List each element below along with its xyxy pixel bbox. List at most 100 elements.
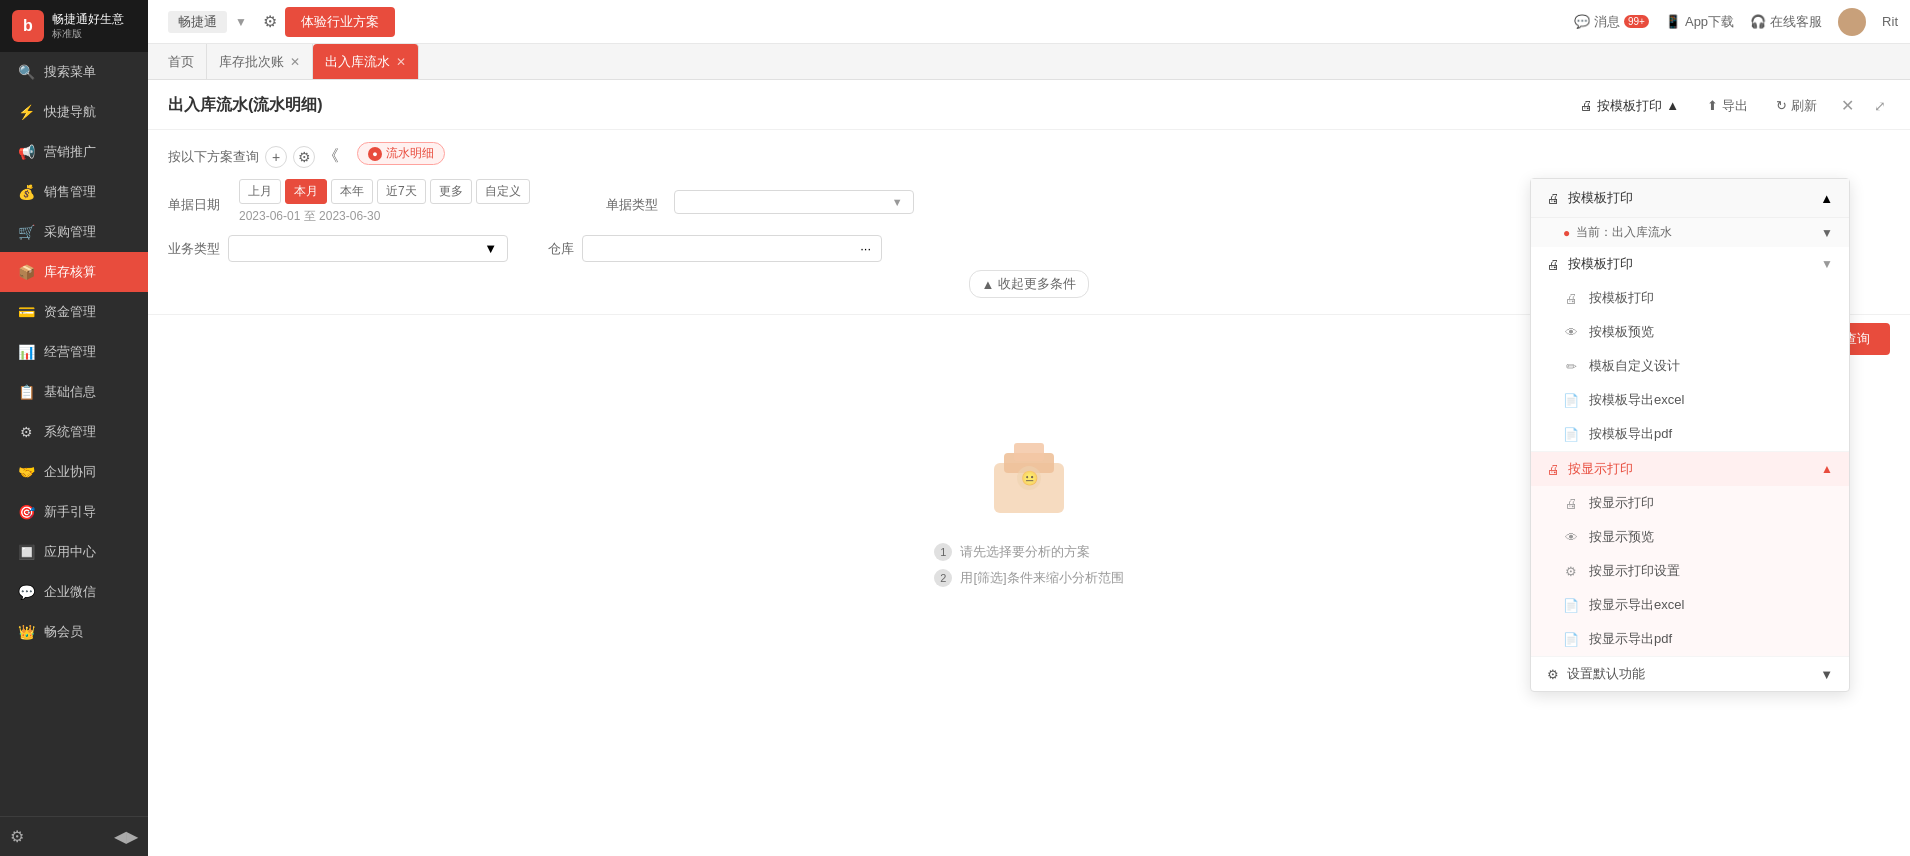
trial-industry-btn[interactable]: 体验行业方案 <box>285 7 395 37</box>
date-last-month-btn[interactable]: 上月 <box>239 179 281 204</box>
collapse-sidebar-icon[interactable]: ◀▶ <box>114 827 138 846</box>
tab-batch-ledger[interactable]: 库存批次账 ✕ <box>207 44 313 79</box>
filter-collapse-btn[interactable]: 《 <box>321 144 341 169</box>
sidebar-item-guide[interactable]: 🎯 新手引导 <box>0 492 148 532</box>
sidebar-item-member[interactable]: 👑 畅会员 <box>0 612 148 652</box>
app-logo-icon: b <box>12 10 44 42</box>
tag-icon: ● <box>368 147 382 161</box>
sidebar-item-sales[interactable]: 💰 销售管理 <box>0 172 148 212</box>
print-template-btn[interactable]: 🖨 按模板打印 ▲ <box>1572 93 1687 119</box>
display-settings-icon: ⚙ <box>1563 563 1579 579</box>
filter-settings-btn[interactable]: ⚙ <box>293 146 315 168</box>
tab-home[interactable]: 首页 <box>156 44 207 79</box>
app-download-btn[interactable]: 📱 App下载 <box>1665 13 1734 31</box>
display-print-section-header[interactable]: 🖨 按显示打印 ▲ <box>1531 452 1849 486</box>
collapse-more-btn[interactable]: ▲ 收起更多条件 <box>969 270 1090 298</box>
sidebar: b 畅捷通好生意 标准版 🔍 搜索菜单 ⚡ 快捷导航 📢 营销推广 💰 销售管理… <box>0 0 148 856</box>
sidebar-item-business[interactable]: 📊 经营管理 <box>0 332 148 372</box>
dropdown-item-template-export-pdf[interactable]: 📄 按模板导出pdf <box>1531 417 1849 451</box>
dropdown-item-template-print[interactable]: 🖨 按模板打印 <box>1531 281 1849 315</box>
sidebar-item-finance[interactable]: 💳 资金管理 <box>0 292 148 332</box>
dropdown-item-template-export-excel[interactable]: 📄 按模板导出excel <box>1531 383 1849 417</box>
tab-batch-ledger-close[interactable]: ✕ <box>290 55 300 69</box>
template-print-section: 🖨 按模板打印 ▼ 🖨 按模板打印 👁 按模板预览 ✏ 模板自定义设计 <box>1531 247 1849 452</box>
display-pdf-icon: 📄 <box>1563 631 1579 647</box>
date-custom-btn[interactable]: 自定义 <box>476 179 530 204</box>
topbar-right: 💬 消息 99+ 📱 App下载 🎧 在线客服 Rit <box>1574 8 1898 36</box>
chat-icon: 💬 <box>16 582 36 602</box>
topbar-left: 畅捷通 ▼ ⚙ 体验行业方案 <box>160 7 1574 37</box>
close-panel-btn[interactable]: ✕ <box>1837 92 1858 119</box>
template-section-arrow: ▼ <box>1821 257 1833 271</box>
dropdown-header[interactable]: 🖨 按模板打印 ▲ <box>1531 179 1849 218</box>
dropdown-item-display-print-settings[interactable]: ⚙ 按显示打印设置 <box>1531 554 1849 588</box>
display-excel-icon: 📄 <box>1563 597 1579 613</box>
doc-type-arrow-icon: ▼ <box>892 196 903 208</box>
topbar: 畅捷通 ▼ ⚙ 体验行业方案 💬 消息 99+ 📱 App下载 🎧 在线客服 R… <box>148 0 1910 44</box>
print-icon: 🖨 <box>1563 290 1579 306</box>
sidebar-item-purchase[interactable]: 🛒 采购管理 <box>0 212 148 252</box>
business-type-select[interactable]: ▼ <box>228 235 508 262</box>
refresh-btn[interactable]: ↻ 刷新 <box>1768 93 1825 119</box>
sidebar-item-appstore[interactable]: 🔲 应用中心 <box>0 532 148 572</box>
sidebar-item-marketing[interactable]: 📢 营销推广 <box>0 132 148 172</box>
page-actions: 🖨 按模板打印 ▲ ⬆ 导出 ↻ 刷新 ✕ ⤢ <box>1572 92 1890 129</box>
preview-icon: 👁 <box>1563 324 1579 340</box>
sidebar-item-wechat[interactable]: 💬 企业微信 <box>0 572 148 612</box>
display-section-icon: 🖨 <box>1547 462 1560 477</box>
dropdown-item-display-print[interactable]: 🖨 按显示打印 <box>1531 486 1849 520</box>
doc-type-select[interactable]: ▼ <box>674 190 914 214</box>
user-avatar[interactable] <box>1838 8 1866 36</box>
current-icon: ● <box>1563 226 1570 240</box>
business-type-arrow-icon: ▼ <box>484 241 497 256</box>
current-arrow: ▼ <box>1821 226 1833 240</box>
export-btn[interactable]: ⬆ 导出 <box>1699 93 1756 119</box>
dropdown-item-display-preview[interactable]: 👁 按显示预览 <box>1531 520 1849 554</box>
sidebar-logo: b 畅捷通好生意 标准版 <box>0 0 148 52</box>
sidebar-item-enterprise[interactable]: 🤝 企业协同 <box>0 452 148 492</box>
tab-inout-flow[interactable]: 出入库流水 ✕ <box>313 44 419 79</box>
download-icon: 📱 <box>1665 14 1681 29</box>
date-this-month-btn[interactable]: 本月 <box>285 179 327 204</box>
date-this-year-btn[interactable]: 本年 <box>331 179 373 204</box>
add-filter-btn[interactable]: + <box>265 146 287 168</box>
sidebar-item-quick-nav[interactable]: ⚡ 快捷导航 <box>0 92 148 132</box>
sidebar-item-inventory[interactable]: 📦 库存核算 <box>0 252 148 292</box>
dropdown-item-display-export-pdf[interactable]: 📄 按显示导出pdf <box>1531 622 1849 656</box>
maximize-btn[interactable]: ⤢ <box>1870 94 1890 118</box>
dropdown-item-template-custom[interactable]: ✏ 模板自定义设计 <box>1531 349 1849 383</box>
box-icon: 📦 <box>16 262 36 282</box>
printer-header-icon: 🖨 <box>1547 191 1560 206</box>
sidebar-item-basic[interactable]: 📋 基础信息 <box>0 372 148 412</box>
filter-tag-flow[interactable]: ● 流水明细 <box>357 142 445 165</box>
warehouse-select[interactable]: ··· <box>582 235 882 262</box>
filter-tags: ● 流水明细 <box>357 142 445 165</box>
cart-icon: 🛒 <box>16 222 36 242</box>
chart-icon: 📊 <box>16 342 36 362</box>
message-icon: 💬 <box>1574 14 1590 29</box>
date-last-7-days-btn[interactable]: 近7天 <box>377 179 426 204</box>
footer-arrow: ▼ <box>1820 667 1833 682</box>
money-icon: 💰 <box>16 182 36 202</box>
tab-inout-flow-close[interactable]: ✕ <box>396 55 406 69</box>
dropdown-footer[interactable]: ⚙ 设置默认功能 ▼ <box>1531 657 1849 691</box>
settings-bottom-icon[interactable]: ⚙ <box>10 827 24 846</box>
print-dropdown-icon: ▲ <box>1666 98 1679 113</box>
filter-date-controls: 上月 本月 本年 近7天 更多 自定义 2023-06-01 至 2023-06… <box>239 179 530 225</box>
template-print-section-header[interactable]: 🖨 按模板打印 ▼ <box>1531 247 1849 281</box>
excel-icon: 📄 <box>1563 392 1579 408</box>
export-icon: ⬆ <box>1707 98 1718 113</box>
dropdown-item-display-export-excel[interactable]: 📄 按显示导出excel <box>1531 588 1849 622</box>
online-service-btn[interactable]: 🎧 在线客服 <box>1750 13 1822 31</box>
sidebar-item-system[interactable]: ⚙ 系统管理 <box>0 412 148 452</box>
page-title: 出入库流水(流水明细) <box>168 95 323 126</box>
date-range-text: 2023-06-01 至 2023-06-30 <box>239 208 530 225</box>
dropdown-header-arrow: ▲ <box>1820 191 1833 206</box>
workspace-selector[interactable]: 畅捷通 ▼ <box>160 7 255 37</box>
topbar-settings-icon[interactable]: ⚙ <box>263 12 277 31</box>
sidebar-item-search[interactable]: 🔍 搜索菜单 <box>0 52 148 92</box>
date-more-btn[interactable]: 更多 <box>430 179 472 204</box>
dropdown-item-template-preview[interactable]: 👁 按模板预览 <box>1531 315 1849 349</box>
message-btn[interactable]: 💬 消息 99+ <box>1574 13 1649 31</box>
headset-icon: 🎧 <box>1750 14 1766 29</box>
